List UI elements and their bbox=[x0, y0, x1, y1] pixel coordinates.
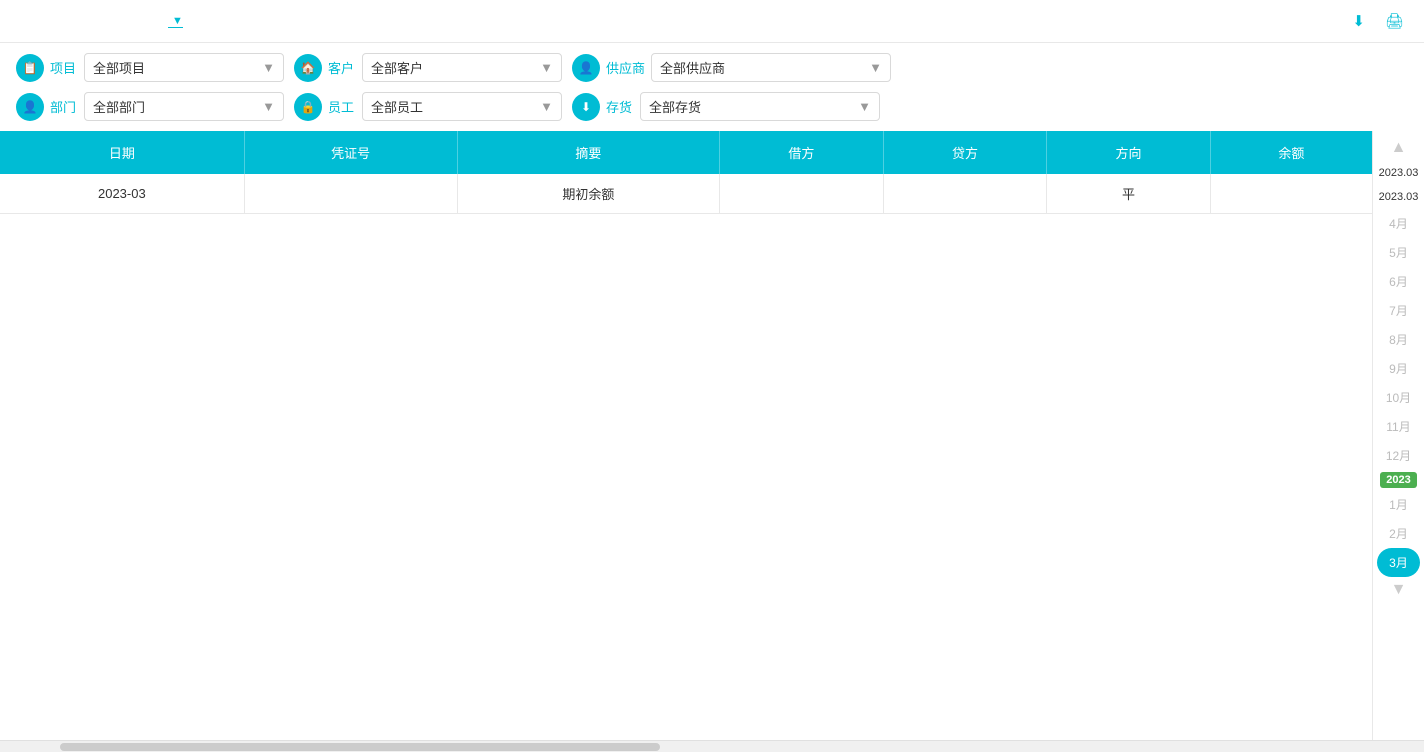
inventory-select-value: 全部存货 bbox=[649, 97, 850, 116]
main-modal: ▼ ⬇ 🖨 📋 项目 全部项目 ▼ 🏠 客户 bbox=[0, 0, 1424, 752]
project-select-arrow-icon: ▼ bbox=[262, 60, 275, 75]
inventory-icon: ⬇ bbox=[572, 93, 600, 121]
show-sub-toggle[interactable]: ▼ bbox=[168, 15, 183, 28]
project-select[interactable]: 全部项目 ▼ bbox=[84, 53, 284, 82]
supplier-select-arrow-icon: ▼ bbox=[869, 60, 882, 75]
ledger-table: 日期 凭证号 摘要 借方 贷方 方向 余额 2023-03 期初余额 平 bbox=[0, 131, 1372, 214]
timeline-header-1[interactable]: 2023.03 bbox=[1373, 161, 1424, 185]
department-select-arrow-icon: ▼ bbox=[262, 99, 275, 114]
filter-supplier: 👤 供应商 全部供应商 ▼ bbox=[572, 53, 891, 82]
year-badge-2023: 2023 bbox=[1380, 472, 1416, 488]
customer-icon: 🏠 bbox=[294, 54, 322, 82]
timeline-5[interactable]: 5月 bbox=[1373, 238, 1424, 267]
col-credit: 贷方 bbox=[883, 131, 1047, 174]
customer-select-value: 全部客户 bbox=[371, 58, 532, 77]
print-button[interactable]: 🖨 bbox=[1385, 12, 1408, 30]
horizontal-scrollbar[interactable] bbox=[0, 740, 1424, 752]
cell-balance bbox=[1210, 174, 1372, 214]
timeline-3-active[interactable]: 3月 bbox=[1377, 548, 1420, 577]
inventory-label: 存货 bbox=[606, 97, 634, 116]
supplier-icon: 👤 bbox=[572, 54, 600, 82]
timeline-7[interactable]: 7月 bbox=[1373, 296, 1424, 325]
col-voucher: 凭证号 bbox=[244, 131, 457, 174]
project-label: 项目 bbox=[50, 58, 78, 77]
timeline-6[interactable]: 6月 bbox=[1373, 267, 1424, 296]
filter-department: 👤 部门 全部部门 ▼ bbox=[16, 92, 284, 121]
col-direction: 方向 bbox=[1047, 131, 1211, 174]
table-row: 2023-03 期初余额 平 bbox=[0, 174, 1372, 214]
department-select[interactable]: 全部部门 ▼ bbox=[84, 92, 284, 121]
table-container: 日期 凭证号 摘要 借方 贷方 方向 余额 2023-03 期初余额 平 ▲ 202… bbox=[0, 131, 1424, 740]
timeline-up-button[interactable]: ▲ bbox=[1387, 135, 1411, 161]
print-icon: 🖨 bbox=[1385, 12, 1404, 30]
department-icon: 👤 bbox=[16, 93, 44, 121]
timeline-header-2[interactable]: 2023.03 bbox=[1373, 185, 1424, 209]
col-date: 日期 bbox=[0, 131, 244, 174]
inventory-select[interactable]: 全部存货 ▼ bbox=[640, 92, 880, 121]
account-code-name bbox=[22, 13, 142, 29]
action-buttons: ⬇ 🖨 bbox=[1352, 12, 1408, 30]
scrollbar-thumb[interactable] bbox=[60, 743, 660, 751]
show-sub-arrow-icon: ▼ bbox=[172, 15, 183, 27]
cell-direction: 平 bbox=[1047, 174, 1211, 214]
supplier-select[interactable]: 全部供应商 ▼ bbox=[651, 53, 891, 82]
download-icon: ⬇ bbox=[1352, 12, 1365, 30]
supplier-label: 供应商 bbox=[606, 58, 645, 77]
col-summary: 摘要 bbox=[457, 131, 719, 174]
table-body: 2023-03 期初余额 平 bbox=[0, 174, 1372, 214]
employee-label: 员工 bbox=[328, 97, 356, 116]
employee-select[interactable]: 全部员工 ▼ bbox=[362, 92, 562, 121]
project-select-value: 全部项目 bbox=[93, 58, 254, 77]
header: ▼ ⬇ 🖨 bbox=[0, 0, 1424, 43]
inventory-select-arrow-icon: ▼ bbox=[858, 99, 871, 114]
employee-select-arrow-icon: ▼ bbox=[540, 99, 553, 114]
timeline-12[interactable]: 12月 bbox=[1373, 441, 1424, 470]
customer-label: 客户 bbox=[328, 58, 356, 77]
department-label: 部门 bbox=[50, 97, 78, 116]
customer-select-arrow-icon: ▼ bbox=[540, 60, 553, 75]
customer-select[interactable]: 全部客户 ▼ bbox=[362, 53, 562, 82]
timeline-1[interactable]: 1月 bbox=[1373, 490, 1424, 519]
project-icon: 📋 bbox=[16, 54, 44, 82]
cell-summary: 期初余额 bbox=[457, 174, 719, 214]
table-header-row: 日期 凭证号 摘要 借方 贷方 方向 余额 bbox=[0, 131, 1372, 174]
timeline-4[interactable]: 4月 bbox=[1373, 209, 1424, 238]
department-select-value: 全部部门 bbox=[93, 97, 254, 116]
timeline-down-button[interactable]: ▼ bbox=[1387, 577, 1411, 603]
cell-credit bbox=[883, 174, 1047, 214]
employee-select-value: 全部员工 bbox=[371, 97, 532, 116]
cell-voucher bbox=[244, 174, 457, 214]
filter-row2: 👤 部门 全部部门 ▼ 🔒 员工 全部员工 ▼ ⬇ 存货 全部存货 bbox=[16, 92, 1408, 121]
filter-customer: 🏠 客户 全部客户 ▼ bbox=[294, 53, 562, 82]
timeline-11[interactable]: 11月 bbox=[1373, 412, 1424, 441]
employee-icon: 🔒 bbox=[294, 93, 322, 121]
account-nav bbox=[16, 13, 148, 29]
timeline-8[interactable]: 8月 bbox=[1373, 325, 1424, 354]
filter-employee: 🔒 员工 全部员工 ▼ bbox=[294, 92, 562, 121]
cell-date: 2023-03 bbox=[0, 174, 244, 214]
timeline-9[interactable]: 9月 bbox=[1373, 354, 1424, 383]
table-main: 日期 凭证号 摘要 借方 贷方 方向 余额 2023-03 期初余额 平 bbox=[0, 131, 1372, 740]
download-button[interactable]: ⬇ bbox=[1352, 12, 1369, 30]
timeline-10[interactable]: 10月 bbox=[1373, 383, 1424, 412]
cell-debit bbox=[720, 174, 884, 214]
filter-project: 📋 项目 全部项目 ▼ bbox=[16, 53, 284, 82]
timeline-2[interactable]: 2月 bbox=[1373, 519, 1424, 548]
col-balance: 余额 bbox=[1210, 131, 1372, 174]
supplier-select-value: 全部供应商 bbox=[660, 58, 861, 77]
filter-bar: 📋 项目 全部项目 ▼ 🏠 客户 全部客户 ▼ 👤 供应商 全部供应商 ▼ bbox=[0, 43, 1424, 131]
timeline-sidebar: ▲ 2023.03 2023.03 4月 5月 6月 7月 8月 9月 10月 … bbox=[1372, 131, 1424, 740]
col-debit: 借方 bbox=[720, 131, 884, 174]
filter-inventory: ⬇ 存货 全部存货 ▼ bbox=[572, 92, 880, 121]
